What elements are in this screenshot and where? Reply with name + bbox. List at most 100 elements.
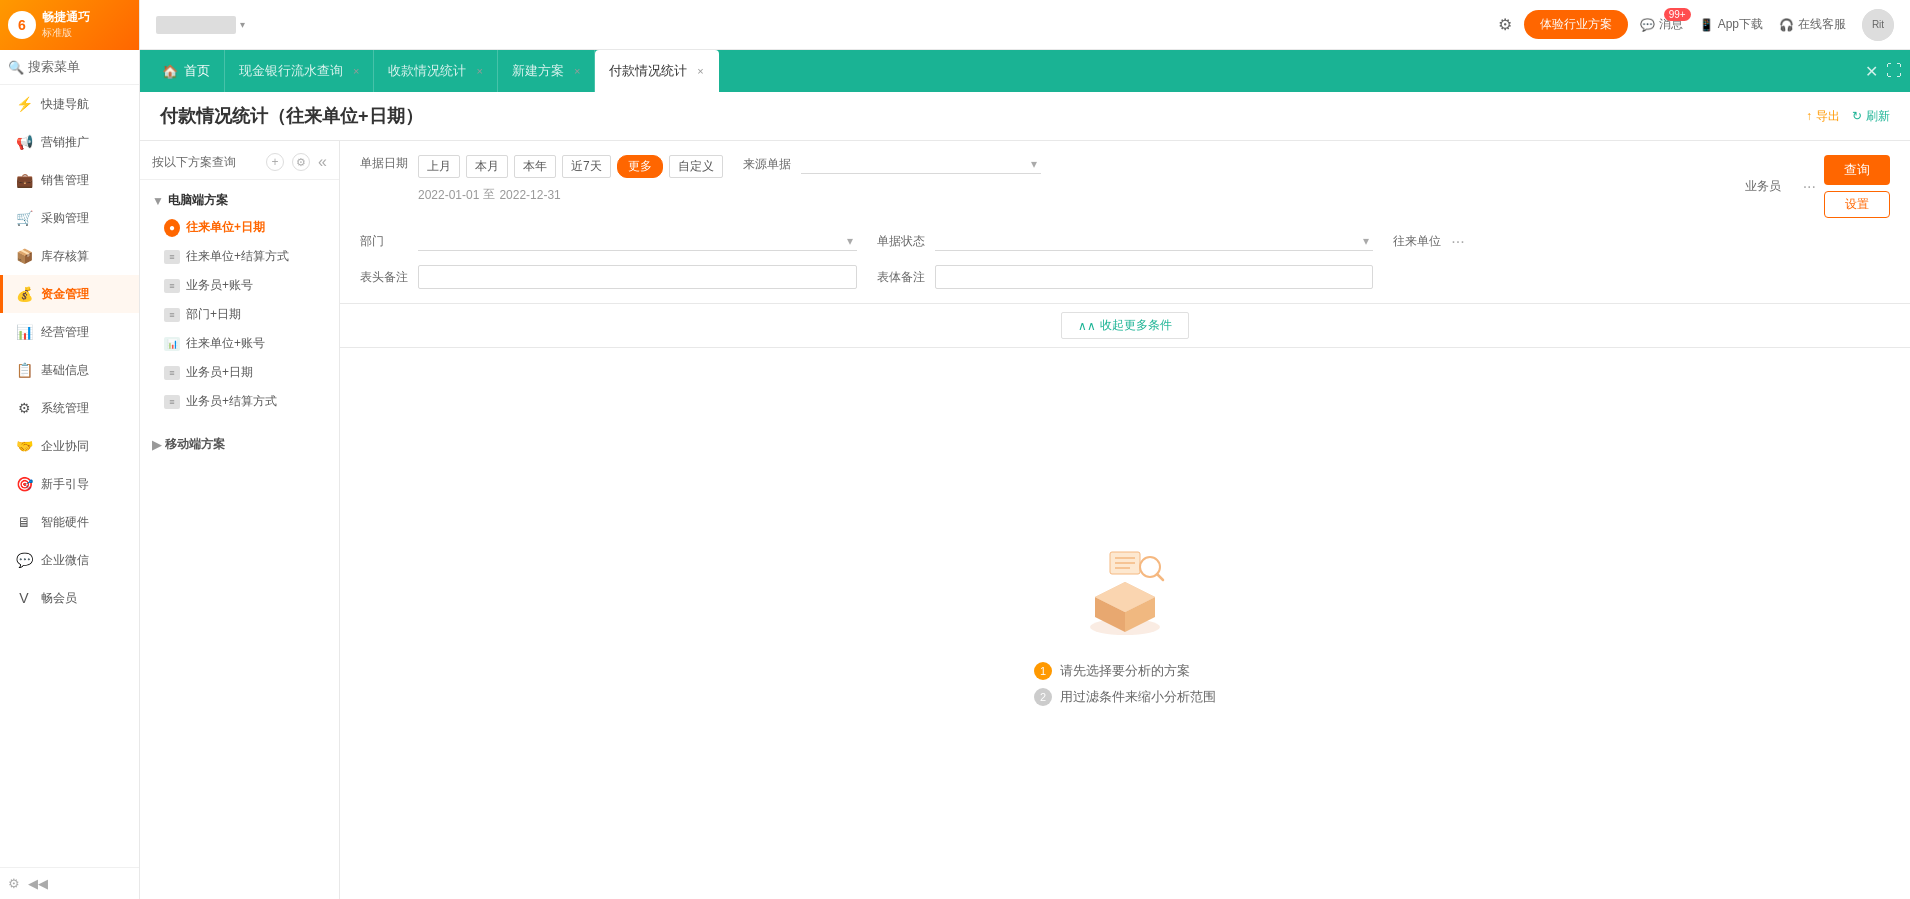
sidebar-item-sales[interactable]: 💼 销售管理	[0, 161, 139, 199]
export-btn[interactable]: ↑ 导出	[1806, 108, 1840, 125]
search-icon: 🔍	[8, 60, 24, 75]
body-note-input[interactable]	[935, 265, 1374, 289]
sidebar-item-new-guide[interactable]: 🎯 新手引导	[0, 465, 139, 503]
header-note-input[interactable]	[418, 265, 857, 289]
marketing-icon: 📢	[15, 133, 33, 151]
collapse-sidebar-icon[interactable]: ◀◀	[28, 876, 48, 891]
msg-btn[interactable]: 💬 消息 99+	[1640, 16, 1683, 33]
refresh-icon: ↻	[1852, 109, 1862, 123]
expand-tab-btn[interactable]: ⛶	[1886, 62, 1902, 81]
tip-num-1: 1	[1034, 662, 1052, 680]
scheme-item-staff-settle[interactable]: ≡ 业务员+结算方式	[140, 387, 339, 416]
scheme-settings-icon[interactable]: ⚙	[292, 153, 310, 171]
sidebar-item-purchase[interactable]: 🛒 采购管理	[0, 199, 139, 237]
user-avatar[interactable]: Rit	[1862, 9, 1894, 41]
scheme-group-desktop-title[interactable]: ▼ 电脑端方案	[140, 188, 339, 213]
tabbar: 🏠 首页 现金银行流水查询 × 收款情况统计 × 新建方案 × 付款情况统计 ×…	[140, 50, 1910, 92]
sidebar-item-finance[interactable]: 💰 资金管理	[0, 275, 139, 313]
search-menu-label: 搜索菜单	[28, 58, 80, 76]
search-menu-btn[interactable]: 🔍 搜索菜单	[0, 50, 139, 85]
topbar-settings-icon[interactable]: ⚙	[1498, 15, 1512, 34]
tab-new-scheme[interactable]: 新建方案 ×	[498, 50, 595, 92]
group-mobile-label: 移动端方案	[165, 436, 225, 453]
scheme-item-partner-settle[interactable]: ≡ 往来单位+结算方式	[140, 242, 339, 271]
scheme-item-dept-date[interactable]: ≡ 部门+日期	[140, 300, 339, 329]
sidebar-item-label: 企业协同	[41, 438, 89, 455]
staff-dots[interactable]: ···	[1803, 178, 1816, 196]
sidebar-item-smart-hw[interactable]: 🖥 智能硬件	[0, 503, 139, 541]
close-all-tabs-btn[interactable]: ✕	[1865, 62, 1878, 81]
scheme-item-dot-icon: ●	[164, 220, 180, 236]
collapse-chevron-icon: ∧∧	[1078, 319, 1096, 333]
date-range-end[interactable]: 2022-12-31	[499, 188, 560, 202]
tab-home[interactable]: 🏠 首页	[148, 50, 225, 92]
tab-payment-stats[interactable]: 付款情况统计 ×	[595, 50, 718, 92]
partner-dots[interactable]: ···	[1451, 233, 1464, 251]
page-title: 付款情况统计（往来单位+日期）	[160, 104, 423, 128]
tip-2-text: 用过滤条件来缩小分析范围	[1060, 688, 1216, 706]
tab-new-scheme-close[interactable]: ×	[574, 65, 580, 77]
tab-receipt-stats[interactable]: 收款情况统计 ×	[374, 50, 497, 92]
sidebar-item-sys-mgmt[interactable]: ⚙ 系统管理	[0, 389, 139, 427]
scheme-panel: 按以下方案查询 + ⚙ « ▼ 电脑端方案 ●	[140, 141, 340, 899]
settings-footer-icon[interactable]: ⚙	[8, 876, 20, 891]
logo-text: 畅捷通巧 标准版	[42, 10, 90, 40]
date-btns: 上月 本月 本年 近7天 更多 自定义	[418, 155, 723, 178]
scheme-item-partner-account[interactable]: 📊 往来单位+账号	[140, 329, 339, 358]
body-note-label: 表体备注	[877, 269, 927, 286]
source-select[interactable]: ▾	[801, 155, 1041, 174]
collapse-conditions-btn[interactable]: ∧∧ 收起更多条件	[1061, 312, 1189, 339]
filter-section: 单据日期 上月 本月 本年 近7天 更多 自定义	[340, 141, 1910, 348]
scheme-item-partner-account-label: 往来单位+账号	[186, 335, 265, 352]
sales-icon: 💼	[15, 171, 33, 189]
date-btn-last-month[interactable]: 上月	[418, 155, 460, 178]
sidebar-item-basic-info[interactable]: 📋 基础信息	[0, 351, 139, 389]
sidebar-item-quick-nav[interactable]: ⚡ 快捷导航	[0, 85, 139, 123]
scheme-item-staff-date[interactable]: ≡ 业务员+日期	[140, 358, 339, 387]
settings-btn[interactable]: 设置	[1824, 191, 1890, 218]
sidebar-item-label: 经营管理	[41, 324, 89, 341]
sidebar-item-marketing[interactable]: 📢 营销推广	[0, 123, 139, 161]
scheme-item-chart-icon: 📊	[164, 336, 180, 352]
tab-payment-stats-close[interactable]: ×	[697, 65, 703, 77]
date-btn-custom[interactable]: 自定义	[669, 155, 723, 178]
app-download-btn[interactable]: 📱 App下载	[1699, 16, 1763, 33]
sidebar-item-enterprise[interactable]: 🤝 企业协同	[0, 427, 139, 465]
company-dropdown-icon[interactable]: ▾	[240, 19, 245, 30]
date-range-start[interactable]: 2022-01-01	[418, 188, 479, 202]
scheme-add-icon[interactable]: +	[266, 153, 284, 171]
group-mobile-arrow: ▶	[152, 438, 161, 452]
tab-home-label: 首页	[184, 62, 210, 80]
scheme-group-mobile-title[interactable]: ▶ 移动端方案	[140, 432, 339, 457]
sidebar-item-label: 新手引导	[41, 476, 89, 493]
topbar: ▾ ⚙ 体验行业方案 💬 消息 99+ 📱 App下载 🎧 在线客服 Rit	[140, 0, 1910, 50]
service-btn[interactable]: 🎧 在线客服	[1779, 16, 1846, 33]
voucher-status-dropdown-icon: ▾	[1363, 234, 1369, 248]
date-btn-more[interactable]: 更多	[617, 155, 663, 178]
date-btn-this-month[interactable]: 本月	[466, 155, 508, 178]
sidebar-item-inventory[interactable]: 📦 库存核算	[0, 237, 139, 275]
date-range-sep: 至	[483, 186, 495, 203]
voucher-status-select[interactable]: ▾	[935, 232, 1374, 251]
sidebar-nav: ⚡ 快捷导航 📢 营销推广 💼 销售管理 🛒 采购管理 📦 库存核算 💰 资金管…	[0, 85, 139, 867]
dept-select[interactable]: ▾	[418, 232, 857, 251]
scheme-panel-icons: + ⚙ «	[266, 153, 327, 171]
sidebar-item-weixin[interactable]: 💬 企业微信	[0, 541, 139, 579]
refresh-btn[interactable]: ↻ 刷新	[1852, 108, 1890, 125]
sidebar-item-label: 基础信息	[41, 362, 89, 379]
scheme-item-staff-account[interactable]: ≡ 业务员+账号	[140, 271, 339, 300]
tab-bank-flow-close[interactable]: ×	[353, 65, 359, 77]
date-btn-this-year[interactable]: 本年	[514, 155, 556, 178]
query-btn[interactable]: 查询	[1824, 155, 1890, 185]
filter-row-3: 表头备注 表体备注	[360, 265, 1890, 289]
sidebar-item-operation[interactable]: 📊 经营管理	[0, 313, 139, 351]
scheme-item-partner-date[interactable]: ● 往来单位+日期	[140, 213, 339, 242]
tab-receipt-stats-close[interactable]: ×	[476, 65, 482, 77]
date-btn-7days[interactable]: 近7天	[562, 155, 611, 178]
scheme-item-staff-settle-label: 业务员+结算方式	[186, 393, 277, 410]
dept-label: 部门	[360, 233, 410, 250]
trial-btn[interactable]: 体验行业方案	[1524, 10, 1628, 39]
tab-bank-flow[interactable]: 现金银行流水查询 ×	[225, 50, 374, 92]
sidebar-item-vip[interactable]: V 畅会员	[0, 579, 139, 617]
scheme-collapse-icon[interactable]: «	[318, 153, 327, 171]
